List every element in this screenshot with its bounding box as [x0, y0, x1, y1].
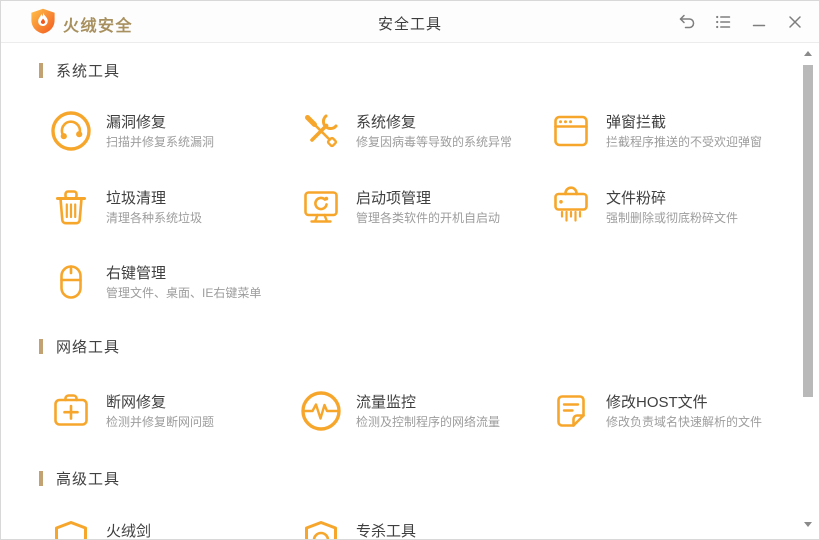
startup-manager-icon [299, 185, 343, 229]
tool-title: 右键管理 [106, 265, 167, 282]
section-header-system-tools: 系统工具 [39, 62, 121, 80]
tool-item-popup-blocker[interactable]: 弹窗拦截 拦截程序推送的不受欢迎弹窗 [549, 109, 794, 153]
tool-title: 漏洞修复 [106, 114, 167, 131]
tool-desc: 管理文件、桌面、IE右键菜单 [106, 286, 262, 300]
tool-item-right-click-menu[interactable]: 右键管理 管理文件、桌面、IE右键菜单 [49, 260, 294, 304]
system-repair-icon [299, 109, 343, 153]
tool-title: 启动项管理 [356, 190, 432, 207]
tool-item-traffic-monitor[interactable]: 流量监控 检测及控制程序的网络流量 [299, 389, 544, 433]
back-button[interactable] [669, 1, 705, 42]
undo-icon [679, 14, 695, 28]
section-title: 系统工具 [56, 62, 121, 80]
tool-item-special-kill[interactable]: 专杀工具 [299, 518, 544, 540]
tool-title: 断网修复 [106, 394, 167, 411]
tool-desc: 清理各种系统垃圾 [106, 211, 203, 225]
special-kill-icon [299, 518, 343, 539]
scrollbar-up-arrow-icon[interactable] [804, 51, 812, 56]
close-icon [789, 15, 801, 28]
tool-desc: 修复因病毒等导致的系统异常 [356, 135, 513, 149]
tool-desc: 扫描并修复系统漏洞 [106, 135, 215, 149]
section-header-network-tools: 网络工具 [39, 338, 121, 356]
tool-item-file-shredder[interactable]: 文件粉碎 强制删除或彻底粉碎文件 [549, 185, 794, 229]
vulnerability-fix-icon [49, 109, 93, 153]
tool-title: 专杀工具 [356, 523, 417, 540]
tool-item-startup-manager[interactable]: 启动项管理 管理各类软件的开机自启动 [299, 185, 544, 229]
tool-item-trash-clean[interactable]: 垃圾清理 清理各种系统垃圾 [49, 185, 294, 229]
section-marker [39, 470, 43, 486]
traffic-monitor-icon [299, 389, 343, 433]
tool-item-vulnerability-fix[interactable]: 漏洞修复 扫描并修复系统漏洞 [49, 109, 294, 153]
tool-item-host-file[interactable]: 修改HOST文件 修改负责域名快速解析的文件 [549, 389, 794, 433]
tool-desc: 检测并修复断网问题 [106, 415, 215, 429]
huorong-security-tools-window: 火绒安全 安全工具 系统工具 漏洞修复 扫描并修复系统漏洞 系统修复 修复因病毒… [0, 0, 820, 540]
tool-title: 垃圾清理 [106, 190, 167, 207]
section-title: 高级工具 [56, 470, 121, 488]
right-click-menu-icon [49, 260, 93, 304]
tool-item-network-repair[interactable]: 断网修复 检测并修复断网问题 [49, 389, 294, 433]
huorong-sword-icon [49, 518, 93, 539]
tool-title: 流量监控 [356, 394, 417, 411]
tool-title: 弹窗拦截 [606, 114, 667, 131]
tool-title: 修改HOST文件 [606, 394, 708, 411]
scrollbar-down-arrow-icon[interactable] [804, 522, 812, 527]
section-header-advanced-tools: 高级工具 [39, 470, 121, 488]
menu-button[interactable] [705, 1, 741, 42]
section-marker [39, 62, 43, 78]
tool-title: 文件粉碎 [606, 190, 667, 207]
tool-title: 火绒剑 [106, 523, 152, 540]
file-shredder-icon [549, 185, 593, 229]
tool-desc: 拦截程序推送的不受欢迎弹窗 [606, 135, 763, 149]
minimize-button[interactable] [741, 1, 777, 42]
window-controls [669, 1, 813, 42]
host-file-icon [549, 389, 593, 433]
tool-desc: 强制删除或彻底粉碎文件 [606, 211, 739, 225]
network-repair-icon [49, 389, 93, 433]
tool-desc: 修改负责域名快速解析的文件 [606, 415, 763, 429]
tool-desc: 管理各类软件的开机自启动 [356, 211, 501, 225]
section-marker [39, 338, 43, 354]
close-button[interactable] [777, 1, 813, 42]
minimize-icon [752, 24, 766, 26]
tool-desc: 检测及控制程序的网络流量 [356, 415, 501, 429]
tool-title: 系统修复 [356, 114, 417, 131]
scrollbar-thumb[interactable] [803, 65, 813, 397]
tool-item-system-repair[interactable]: 系统修复 修复因病毒等导致的系统异常 [299, 109, 544, 153]
section-title: 网络工具 [56, 338, 121, 356]
popup-blocker-icon [549, 109, 593, 153]
tool-item-huorong-sword[interactable]: 火绒剑 [49, 518, 294, 540]
list-icon [716, 15, 731, 28]
title-bar: 火绒安全 安全工具 [1, 1, 819, 43]
trash-clean-icon [49, 185, 93, 229]
